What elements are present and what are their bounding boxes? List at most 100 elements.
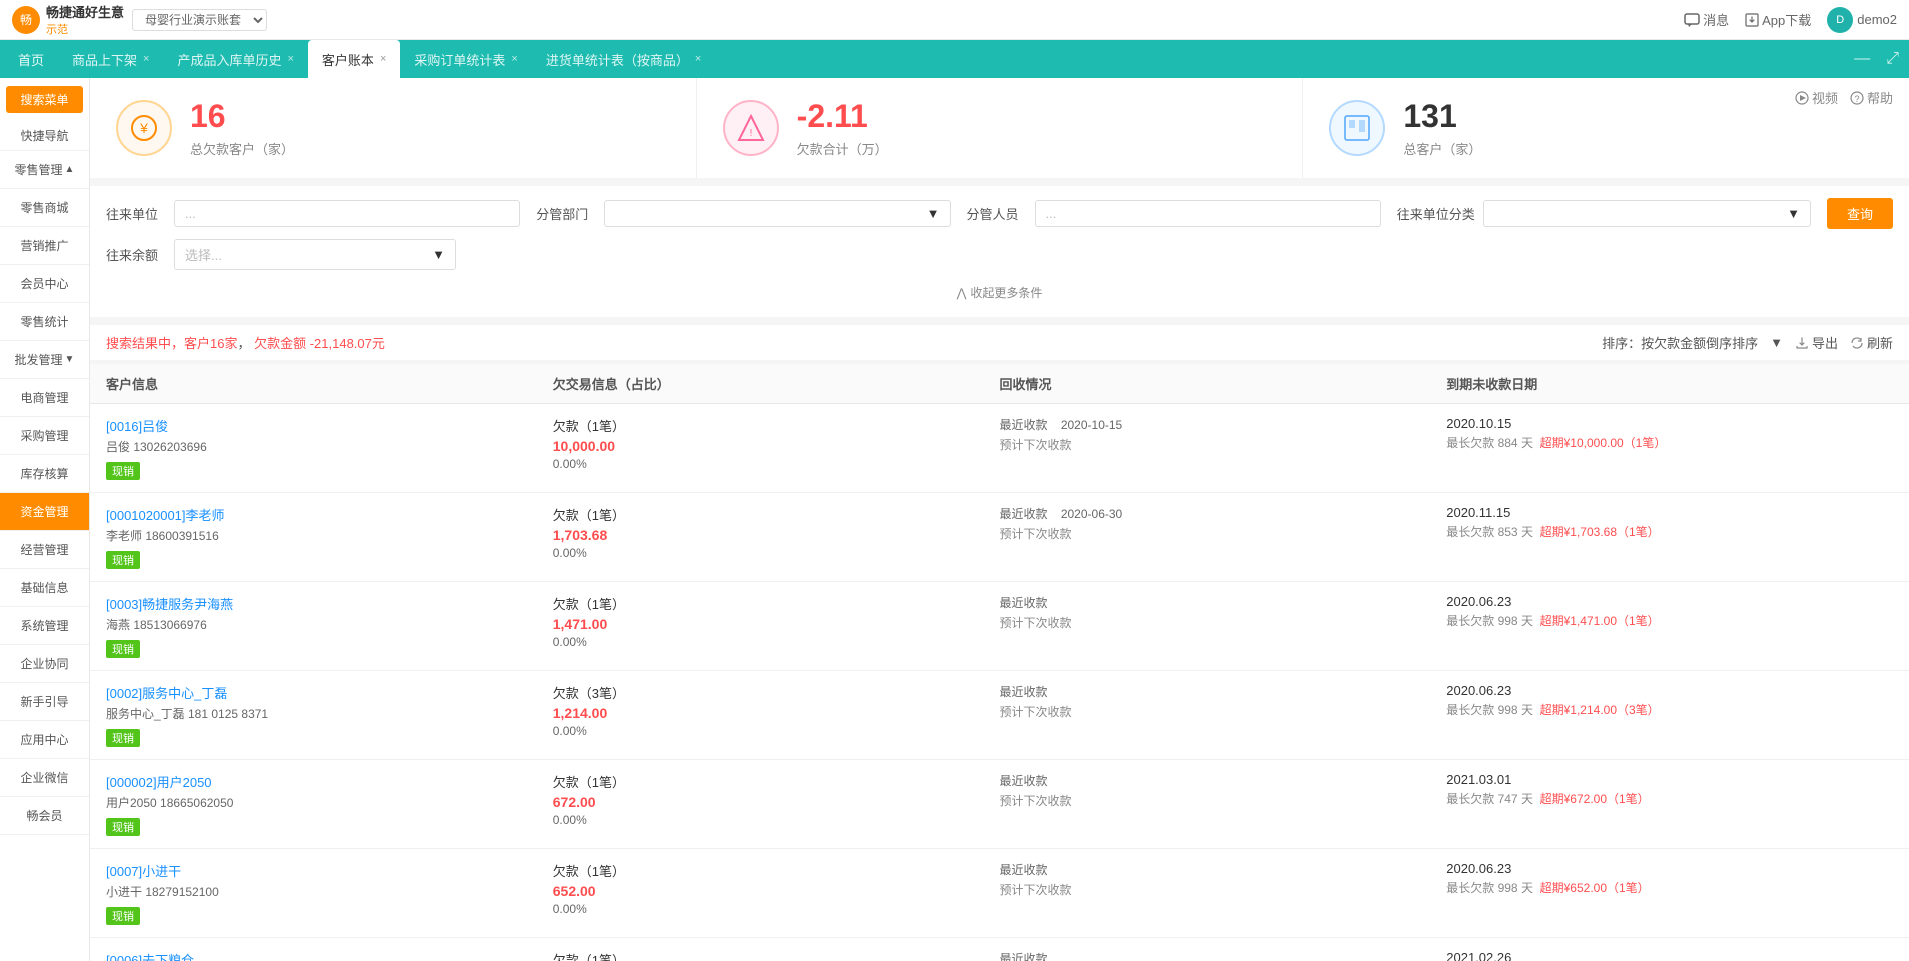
balance-dropdown[interactable]: 选择... ▼ xyxy=(174,239,456,270)
sidebar-quick-nav[interactable]: 快捷导航 xyxy=(0,121,89,151)
sidebar-item-retail-mall[interactable]: 零售商城 xyxy=(0,189,89,227)
message-btn[interactable]: 消息 xyxy=(1684,10,1729,29)
svg-text:!: ! xyxy=(749,128,752,139)
overdue-amount-6[interactable]: 超期¥652.00（1笔） xyxy=(1540,881,1650,895)
help-btn[interactable]: ? 帮助 xyxy=(1850,88,1893,107)
sidebar-item-wecom[interactable]: 企业微信 xyxy=(0,759,89,797)
debt-amount-4[interactable]: 1,214.00 xyxy=(553,705,1000,721)
overdue-amount-2[interactable]: 超期¥1,703.68（1笔） xyxy=(1540,525,1660,539)
refresh-btn[interactable]: 刷新 xyxy=(1850,333,1893,352)
customer-name-4[interactable]: [0002]服务中心_丁磊 xyxy=(106,683,553,702)
sort-chevron-icon[interactable]: ▼ xyxy=(1770,335,1783,350)
sidebar-item-finance[interactable]: 资金管理 xyxy=(0,493,89,531)
close-tab-purchase-stats[interactable]: × xyxy=(511,53,517,65)
sidebar-item-enterprise[interactable]: 企业协同 xyxy=(0,645,89,683)
sidebar-item-basic-info[interactable]: 基础信息 xyxy=(0,569,89,607)
next-payment-2: 预计下次收款 xyxy=(1000,525,1447,542)
sidebar-item-app-center[interactable]: 应用中心 xyxy=(0,721,89,759)
debt-info-4: 欠款（3笔） 1,214.00 0.00% xyxy=(553,683,1000,738)
top-bar-left: 畅 畅捷通好生意 示范 母婴行业演示账套 xyxy=(12,2,267,37)
customer-name-2[interactable]: [0001020001]李老师 xyxy=(106,505,553,524)
due-info-6: 2020.06.23 最长欠款 998 天 超期¥652.00（1笔） xyxy=(1446,861,1893,896)
customer-name-3[interactable]: [0003]畅捷服务尹海燕 xyxy=(106,594,553,613)
stat-card1-info: 16 总欠款客户（家） xyxy=(190,98,294,158)
debt-amount-3[interactable]: 1,471.00 xyxy=(553,616,1000,632)
filter-dept: 分管部门 ▼ xyxy=(536,200,950,227)
app-download-label: App下载 xyxy=(1762,10,1811,29)
sidebar-item-retail-stats[interactable]: 零售统计 xyxy=(0,303,89,341)
nav-minimize-btn[interactable]: — xyxy=(1848,50,1876,68)
sidebar: 搜索菜单 快捷导航 零售管理 ▲ 零售商城 营销推广 会员中心 零售统计 批发管… xyxy=(0,78,90,961)
sidebar-item-inventory[interactable]: 库存核算 xyxy=(0,455,89,493)
person-input[interactable]: ... xyxy=(1035,200,1381,227)
close-tab-goods-updown[interactable]: × xyxy=(143,53,149,65)
col-header-customer: 客户信息 xyxy=(106,374,553,393)
nav-expand-btn[interactable]: ⤢ xyxy=(1880,50,1905,68)
unit-category-dropdown[interactable]: ▼ xyxy=(1483,200,1811,227)
due-info-4: 2020.06.23 最长欠款 998 天 超期¥1,214.00（3笔） xyxy=(1446,683,1893,718)
tab-customer-account[interactable]: 客户账本 × xyxy=(308,40,400,78)
export-btn[interactable]: 导出 xyxy=(1795,333,1838,352)
overdue-amount-4[interactable]: 超期¥1,214.00（3笔） xyxy=(1540,703,1660,717)
debt-amount-1[interactable]: 10,000.00 xyxy=(553,438,1000,454)
from-unit-input[interactable]: ... xyxy=(174,200,520,227)
debt-amount-6[interactable]: 652.00 xyxy=(553,883,1000,899)
dept-dropdown[interactable]: ▼ xyxy=(604,200,950,227)
overdue-info-4: 最长欠款 998 天 超期¥1,214.00（3笔） xyxy=(1446,701,1893,718)
debt-amount-2[interactable]: 1,703.68 xyxy=(553,527,1000,543)
tab-purchase-stats[interactable]: 采购订单统计表 × xyxy=(400,40,531,78)
close-tab-customer-account[interactable]: × xyxy=(380,53,386,65)
sidebar-item-chang-member[interactable]: 畅会员 xyxy=(0,797,89,835)
sidebar-item-purchase[interactable]: 采购管理 xyxy=(0,417,89,455)
sidebar-item-marketing[interactable]: 营销推广 xyxy=(0,227,89,265)
customer-name-6[interactable]: [0007]小进干 xyxy=(106,861,553,880)
close-tab-product-history[interactable]: × xyxy=(287,53,293,65)
overdue-info-1: 最长欠款 884 天 超期¥10,000.00（1笔） xyxy=(1446,434,1893,451)
user-info[interactable]: D demo2 xyxy=(1827,7,1897,33)
sidebar-item-operations[interactable]: 经营管理 xyxy=(0,531,89,569)
sidebar-item-wholesale[interactable]: 批发管理 ▼ xyxy=(0,341,89,379)
overdue-amount-5[interactable]: 超期¥672.00（1笔） xyxy=(1540,792,1650,806)
customer-name-5[interactable]: [000002]用户2050 xyxy=(106,772,553,791)
close-tab-purchase-product-stats[interactable]: × xyxy=(695,53,701,65)
tab-home[interactable]: 首页 xyxy=(4,50,58,69)
tab-goods-updown[interactable]: 商品上下架 × xyxy=(58,40,163,78)
nav-right-buttons: — ⤢ xyxy=(1848,50,1905,68)
due-info-5: 2021.03.01 最长欠款 747 天 超期¥672.00（1笔） xyxy=(1446,772,1893,807)
debt-count-2: 欠款（1笔） xyxy=(553,505,1000,524)
search-menu-btn[interactable]: 搜索菜单 xyxy=(6,86,83,113)
debt-count-5: 欠款（1笔） xyxy=(553,772,1000,791)
sidebar-item-retail-mgmt[interactable]: 零售管理 ▲ xyxy=(0,151,89,189)
app-download-btn[interactable]: App下载 xyxy=(1745,10,1811,29)
top-bar-right: 消息 App下载 D demo2 xyxy=(1684,7,1897,33)
person-label: 分管人员 xyxy=(967,204,1027,223)
company-select[interactable]: 母婴行业演示账套 xyxy=(132,9,267,31)
sidebar-item-ecommerce[interactable]: 电商管理 xyxy=(0,379,89,417)
debt-amount-5[interactable]: 672.00 xyxy=(553,794,1000,810)
svg-text:¥: ¥ xyxy=(139,120,148,136)
debt-count-4: 欠款（3笔） xyxy=(553,683,1000,702)
debt-icon-circle: ¥ xyxy=(116,100,172,156)
svg-text:?: ? xyxy=(1854,94,1859,104)
balance-label: 往来余额 xyxy=(106,245,166,264)
search-btn[interactable]: 查询 xyxy=(1827,198,1893,229)
recent-payment-4: 最近收款 xyxy=(1000,683,1447,700)
sidebar-item-system[interactable]: 系统管理 xyxy=(0,607,89,645)
tab-purchase-product-stats[interactable]: 进货单统计表（按商品） × xyxy=(532,40,715,78)
sidebar-search-area: 搜索菜单 xyxy=(0,78,89,121)
collapse-more-btn[interactable]: ⋀ 收起更多条件 xyxy=(106,280,1893,305)
sidebar-item-member[interactable]: 会员中心 xyxy=(0,265,89,303)
stat-card2-value: -2.11 xyxy=(797,98,888,135)
sidebar-item-newbie[interactable]: 新手引导 xyxy=(0,683,89,721)
customer-badge-1: 现销 xyxy=(106,462,140,480)
customer-name-7[interactable]: [0006]去下粮仓 xyxy=(106,950,553,961)
stat-icon-debt: ¥ xyxy=(114,98,174,158)
tab-product-history[interactable]: 产成品入库单历史 × xyxy=(163,40,307,78)
overdue-amount-3[interactable]: 超期¥1,471.00（1笔） xyxy=(1540,614,1660,628)
due-date-4: 2020.06.23 xyxy=(1446,683,1893,698)
stat-icon-total: ! xyxy=(721,98,781,158)
video-btn[interactable]: 视频 xyxy=(1795,88,1838,107)
overdue-amount-1[interactable]: 超期¥10,000.00（1笔） xyxy=(1540,436,1667,450)
customer-name-1[interactable]: [0016]吕俊 xyxy=(106,416,553,435)
recovery-5: 最近收款 预计下次收款 xyxy=(1000,772,1447,809)
